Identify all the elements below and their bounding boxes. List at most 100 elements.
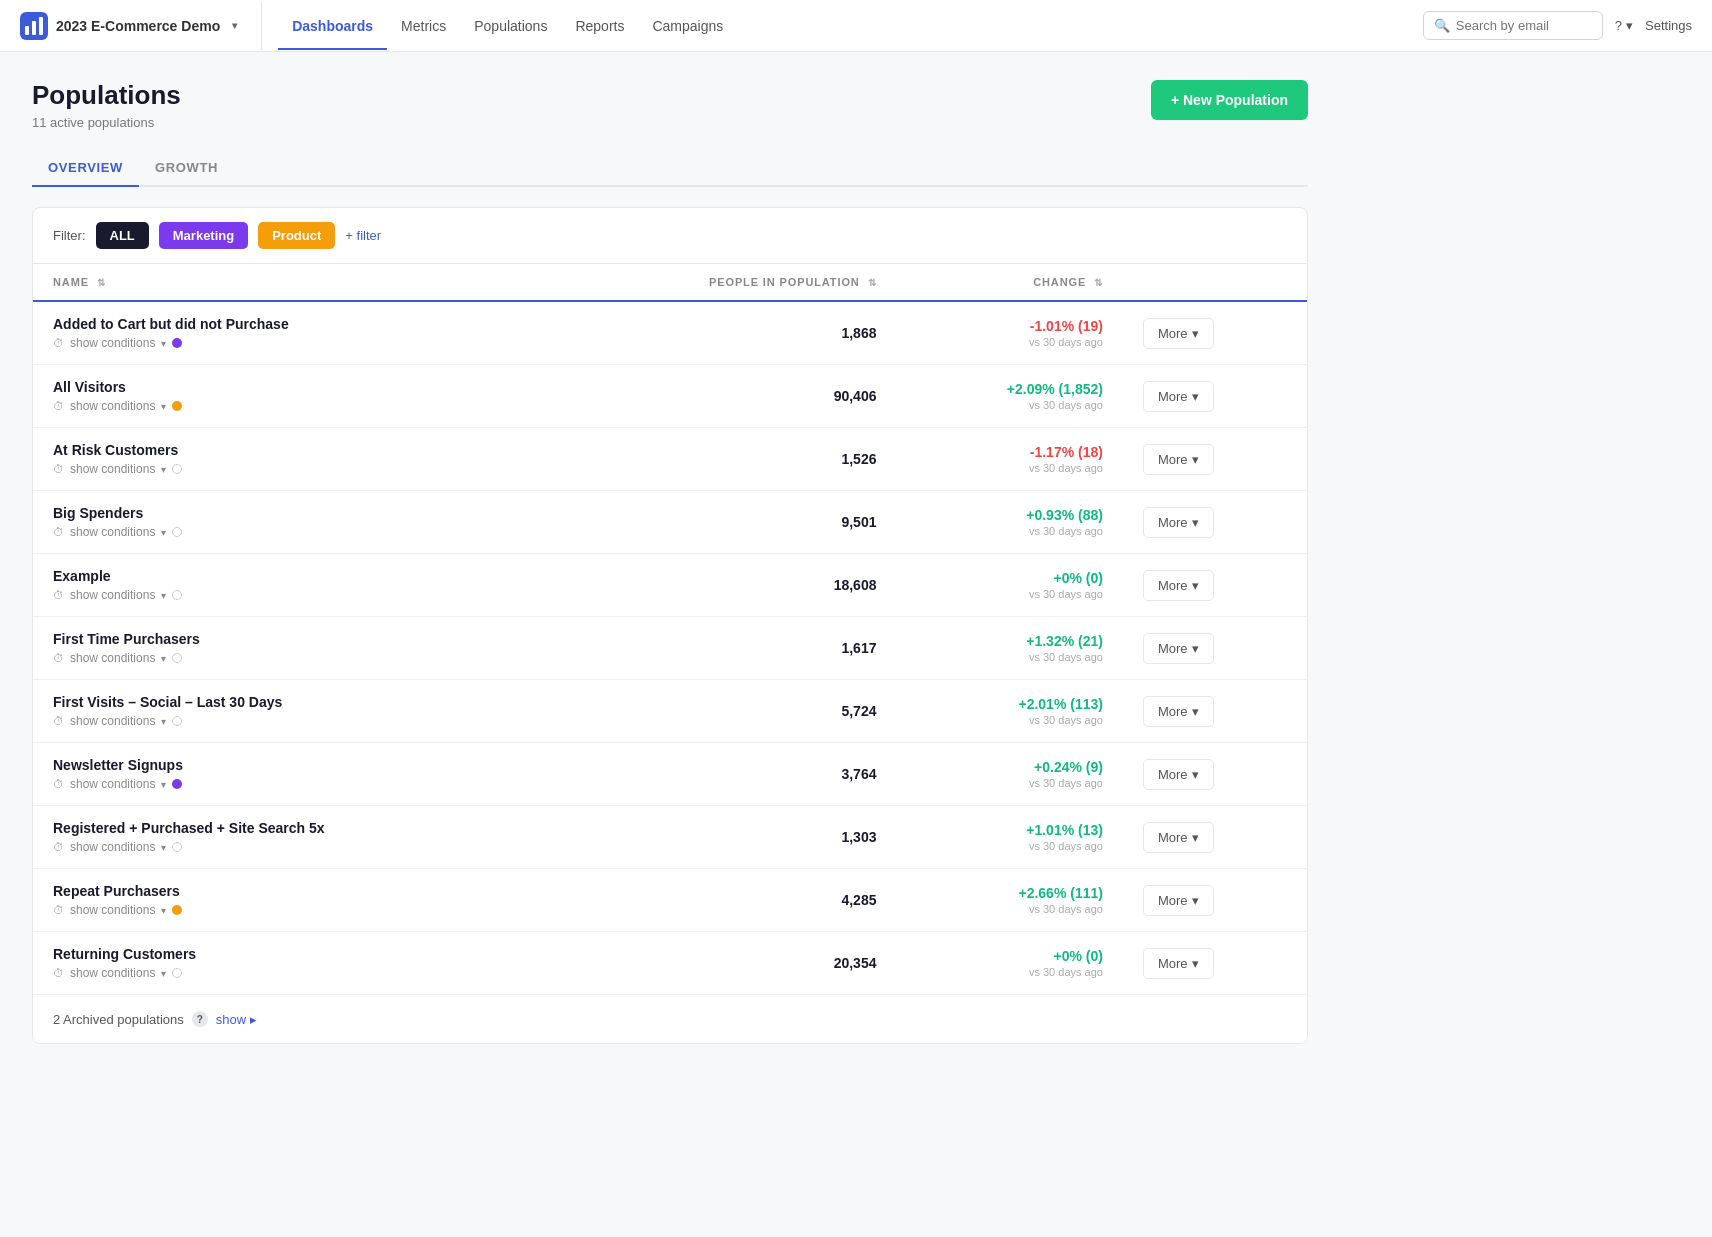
- table-body: Added to Cart but did not Purchase⏱show …: [33, 301, 1307, 994]
- show-conditions[interactable]: ⏱show conditions▾: [53, 651, 531, 665]
- nav-dashboards[interactable]: Dashboards: [278, 2, 387, 50]
- more-button[interactable]: More▾: [1143, 381, 1214, 412]
- population-name-cell: Newsletter Signups ⏱show conditions▾: [33, 743, 551, 806]
- brand-name: 2023 E-Commerce Demo: [56, 18, 220, 34]
- more-button[interactable]: More ▾: [1143, 696, 1214, 727]
- clock-icon: ⏱: [53, 337, 64, 349]
- nav-reports[interactable]: Reports: [561, 2, 638, 50]
- population-name-cell: Repeat Purchasers ⏱show conditions▾: [33, 869, 551, 932]
- more-action-cell: More▾: [1123, 932, 1307, 995]
- population-name[interactable]: Added to Cart but did not Purchase: [53, 316, 531, 332]
- change-period: vs 30 days ago: [916, 651, 1102, 663]
- search-box[interactable]: 🔍: [1423, 11, 1603, 40]
- col-name: NAME ⇅: [33, 264, 551, 301]
- settings-button[interactable]: Settings: [1645, 18, 1692, 33]
- clock-icon: ⏱: [53, 967, 64, 979]
- people-count-cell: 3,764: [551, 743, 896, 806]
- table-row: Returning Customers⏱show conditions▾20,3…: [33, 932, 1307, 995]
- show-conditions[interactable]: ⏱show conditions▾: [53, 336, 531, 350]
- archived-show-button[interactable]: show ▸: [216, 1012, 257, 1027]
- change-period: vs 30 days ago: [916, 714, 1102, 726]
- population-name[interactable]: At Risk Customers: [53, 442, 531, 458]
- show-conditions[interactable]: ⏱show conditions▾: [53, 588, 531, 602]
- more-button[interactable]: More▾: [1143, 318, 1214, 349]
- change-cell: -1.17% (18)vs 30 days ago: [896, 428, 1122, 491]
- filter-add-button[interactable]: + filter: [345, 228, 381, 243]
- nav-metrics[interactable]: Metrics: [387, 2, 460, 50]
- more-action-cell: More▾: [1123, 806, 1307, 869]
- population-name[interactable]: Newsletter Signups: [53, 757, 531, 773]
- show-conditions[interactable]: ⏱show conditions▾: [53, 525, 531, 539]
- more-button[interactable]: More▾: [1143, 948, 1214, 979]
- col-actions: [1123, 264, 1307, 301]
- more-caret-icon: ▾: [1192, 704, 1199, 719]
- more-button[interactable]: More▾: [1143, 444, 1214, 475]
- top-navigation: 2023 E-Commerce Demo ▾ Dashboards Metric…: [0, 0, 1712, 52]
- show-conditions[interactable]: ⏱show conditions▾: [53, 840, 531, 854]
- more-button[interactable]: More▾: [1143, 570, 1214, 601]
- show-conditions[interactable]: ⏱show conditions▾: [53, 966, 531, 980]
- population-dot-empty: [172, 653, 182, 663]
- brand-logo[interactable]: 2023 E-Commerce Demo ▾: [20, 12, 237, 40]
- table-row: Newsletter Signups ⏱show conditions▾ 3,764…: [33, 743, 1307, 806]
- change-cell: +0.24% (9)vs 30 days ago: [896, 743, 1122, 806]
- population-name[interactable]: Example: [53, 568, 531, 584]
- help-chevron-icon: ▾: [1626, 18, 1633, 33]
- conditions-caret-icon: ▾: [161, 716, 166, 727]
- more-button[interactable]: More▾: [1143, 885, 1214, 916]
- change-period: vs 30 days ago: [916, 840, 1102, 852]
- more-button[interactable]: More▾: [1143, 633, 1214, 664]
- population-name[interactable]: All Visitors: [53, 379, 531, 395]
- population-name-cell: Added to Cart but did not Purchase ⏱show …: [33, 301, 551, 365]
- people-count-cell: 1,617: [551, 617, 896, 680]
- col-change: CHANGE ⇅: [896, 264, 1122, 301]
- populations-table-card: Filter: ALL Marketing Product + filter N…: [32, 207, 1308, 1044]
- tabs: OVERVIEW GROWTH: [32, 150, 1308, 187]
- more-button[interactable]: More▾: [1143, 759, 1214, 790]
- population-name[interactable]: Returning Customers: [53, 946, 531, 962]
- population-name[interactable]: Repeat Purchasers: [53, 883, 531, 899]
- table-footer: 2 Archived populations ? show ▸: [33, 994, 1307, 1043]
- search-input[interactable]: [1456, 18, 1592, 33]
- filter-all-button[interactable]: ALL: [96, 222, 149, 249]
- population-dot: [172, 401, 182, 411]
- change-cell: +2.01% (113)vs 30 days ago: [896, 680, 1122, 743]
- population-name[interactable]: Big Spenders: [53, 505, 531, 521]
- more-button[interactable]: More▾: [1143, 822, 1214, 853]
- change-cell: +0% (0)vs 30 days ago: [896, 932, 1122, 995]
- more-action-cell: More▾: [1123, 365, 1307, 428]
- conditions-label: show conditions: [70, 462, 155, 476]
- population-dot-empty: [172, 842, 182, 852]
- more-label: More: [1158, 956, 1188, 971]
- change-value: +0.24% (9): [916, 759, 1102, 775]
- people-count-cell: 1,526: [551, 428, 896, 491]
- more-label: More: [1158, 704, 1188, 719]
- show-conditions[interactable]: ⏱show conditions▾: [53, 714, 531, 728]
- conditions-label: show conditions: [70, 525, 155, 539]
- nav-campaigns[interactable]: Campaigns: [638, 2, 737, 50]
- population-dot-empty: [172, 590, 182, 600]
- population-name-cell: At Risk Customers ⏱show conditions▾: [33, 428, 551, 491]
- filter-marketing-button[interactable]: Marketing: [159, 222, 248, 249]
- tab-growth[interactable]: GROWTH: [139, 150, 234, 185]
- archived-text: 2 Archived populations: [53, 1012, 184, 1027]
- people-count-cell: 18,608: [551, 554, 896, 617]
- filter-product-button[interactable]: Product: [258, 222, 335, 249]
- conditions-label: show conditions: [70, 966, 155, 980]
- more-caret-icon: ▾: [1192, 767, 1199, 782]
- more-button[interactable]: More▾: [1143, 507, 1214, 538]
- logo-icon: [20, 12, 48, 40]
- show-conditions[interactable]: ⏱show conditions▾: [53, 903, 531, 917]
- show-conditions[interactable]: ⏱show conditions▾: [53, 462, 531, 476]
- help-button[interactable]: ? ▾: [1615, 18, 1633, 33]
- clock-icon: ⏱: [53, 841, 64, 853]
- population-name[interactable]: First Time Purchasers: [53, 631, 531, 647]
- tab-overview[interactable]: OVERVIEW: [32, 150, 139, 187]
- population-name[interactable]: First Visits – Social – Last 30 Days: [53, 694, 531, 710]
- show-conditions[interactable]: ⏱show conditions▾: [53, 777, 531, 791]
- nav-populations[interactable]: Populations: [460, 2, 561, 50]
- population-name[interactable]: Registered + Purchased + Site Search 5x: [53, 820, 531, 836]
- show-conditions[interactable]: ⏱show conditions▾: [53, 399, 531, 413]
- new-population-button[interactable]: + New Population: [1151, 80, 1308, 120]
- table-row: All Visitors⏱show conditions▾90,406+2.09…: [33, 365, 1307, 428]
